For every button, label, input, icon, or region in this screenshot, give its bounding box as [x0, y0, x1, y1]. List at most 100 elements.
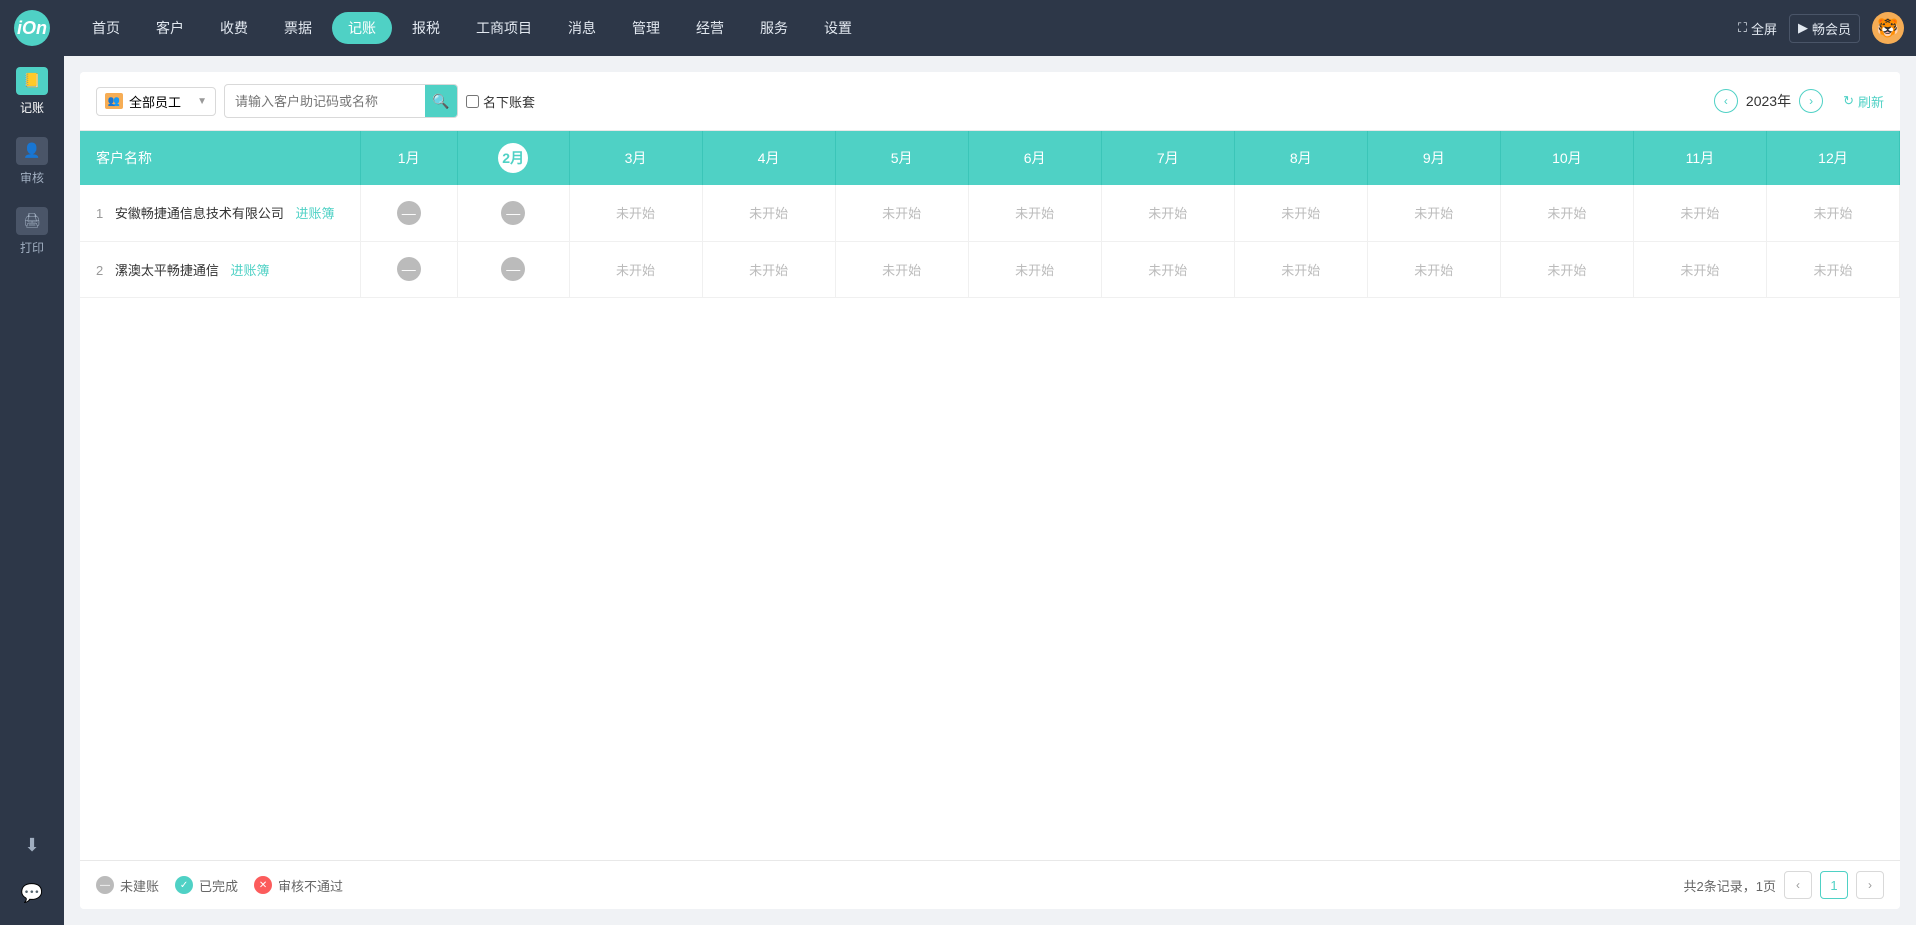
main-card: 👥 全部员工 ▼ 🔍 名下账套 ‹ 2023年 › — [80, 72, 1900, 909]
my-accounts-label: 名下账套 — [483, 92, 535, 111]
legend-completed: ✓ 已完成 — [175, 876, 238, 895]
month-cell-1: — — [360, 185, 457, 241]
month-cell-6: 未开始 — [968, 241, 1101, 297]
nav-billing[interactable]: 收费 — [204, 12, 264, 44]
status-circle: — — [397, 201, 421, 225]
month-cell-5: 未开始 — [835, 185, 968, 241]
fullscreen-button[interactable]: ⛶ 全屏 — [1738, 19, 1777, 38]
employee-select[interactable]: 👥 全部员工 ▼ — [96, 87, 216, 116]
month-cell-4: 未开始 — [702, 241, 835, 297]
select-arrow-icon: ▼ — [197, 96, 207, 107]
pagination: 共2条记录，1页 ‹ 1 › — [1684, 871, 1884, 899]
vip-label: 畅会员 — [1812, 19, 1851, 38]
month-cell-1: — — [360, 241, 457, 297]
nav-home[interactable]: 首页 — [76, 12, 136, 44]
nav-operation[interactable]: 经营 — [680, 12, 740, 44]
status-not-started: 未开始 — [1281, 206, 1320, 221]
sidebar-print-label: 打印 — [20, 239, 44, 256]
user-avatar[interactable]: 🐯 — [1872, 12, 1904, 44]
status-not-started: 未开始 — [616, 206, 655, 221]
month-cell-11: 未开始 — [1633, 185, 1766, 241]
legend-red-icon: ✕ — [254, 876, 272, 894]
nav-bookkeeping[interactable]: 记账 — [332, 12, 392, 44]
month-cell-4: 未开始 — [702, 185, 835, 241]
total-records: 共2条记录，1页 — [1684, 876, 1776, 895]
enter-ledger-link[interactable]: 进账簿 — [296, 206, 335, 221]
year-navigation: ‹ 2023年 › — [1714, 89, 1823, 113]
search-input[interactable] — [225, 89, 425, 114]
status-not-started: 未开始 — [749, 263, 788, 278]
enter-ledger-link[interactable]: 进账簿 — [231, 263, 270, 278]
employee-icon: 👥 — [105, 93, 123, 109]
year-prev-button[interactable]: ‹ — [1714, 89, 1738, 113]
nav-settings[interactable]: 设置 — [808, 12, 868, 44]
legend-completed-label: 已完成 — [199, 876, 238, 895]
month-cell-9: 未开始 — [1367, 241, 1500, 297]
th-aug: 8月 — [1234, 131, 1367, 185]
th-client-name: 客户名称 — [80, 131, 360, 185]
my-accounts-checkbox-label[interactable]: 名下账套 — [466, 92, 535, 111]
client-index: 1 — [96, 206, 103, 221]
status-not-started: 未开始 — [1148, 263, 1187, 278]
vip-button[interactable]: ▶ 畅会员 — [1789, 14, 1860, 43]
sidebar-bookkeeping-label: 记账 — [20, 99, 44, 116]
sidebar-item-audit[interactable]: 👤 审核 — [0, 126, 64, 196]
month-cell-2: — — [457, 241, 569, 297]
month-cell-12: 未开始 — [1766, 241, 1899, 297]
th-mar: 3月 — [569, 131, 702, 185]
next-page-button[interactable]: › — [1856, 871, 1884, 899]
status-circle: — — [397, 257, 421, 281]
table-row: 1 安徽畅捷通信息技术有限公司 进账簿 ——未开始未开始未开始未开始未开始未开始… — [80, 185, 1900, 241]
refresh-icon: ↻ — [1843, 93, 1854, 109]
fullscreen-label: 全屏 — [1751, 19, 1777, 38]
bookkeeping-icon: 📒 — [16, 67, 48, 95]
table-wrapper: 客户名称 1月 2月 3月 4月 5月 6月 7月 8月 — [80, 131, 1900, 860]
search-button[interactable]: 🔍 — [425, 85, 457, 117]
nav-client[interactable]: 客户 — [140, 12, 200, 44]
legend-gray-icon: — — [96, 876, 114, 894]
month-cell-7: 未开始 — [1101, 241, 1234, 297]
table-header-row: 客户名称 1月 2月 3月 4月 5月 6月 7月 8月 — [80, 131, 1900, 185]
th-oct: 10月 — [1500, 131, 1633, 185]
month-cell-2: — — [457, 185, 569, 241]
nav-tax[interactable]: 报税 — [396, 12, 456, 44]
status-not-started: 未开始 — [1281, 263, 1320, 278]
month-cell-7: 未开始 — [1101, 185, 1234, 241]
help-icon[interactable]: 💬 — [12, 873, 52, 913]
month-cell-8: 未开始 — [1234, 241, 1367, 297]
sidebar: iOn 📒 记账 👤 审核 🖨 打印 ⬇ 💬 — [0, 0, 64, 925]
client-index: 2 — [96, 263, 103, 278]
status-not-started: 未开始 — [1148, 206, 1187, 221]
client-name: 漯澳太平畅捷通信 — [115, 263, 219, 278]
status-not-started: 未开始 — [1547, 263, 1586, 278]
nav-message[interactable]: 消息 — [552, 12, 612, 44]
month-cell-8: 未开始 — [1234, 185, 1367, 241]
sidebar-audit-label: 审核 — [20, 169, 44, 186]
current-page-number[interactable]: 1 — [1820, 871, 1848, 899]
my-accounts-checkbox[interactable] — [466, 95, 479, 108]
print-icon: 🖨 — [16, 207, 48, 235]
nav-service[interactable]: 服务 — [744, 12, 804, 44]
refresh-button[interactable]: ↻ 刷新 — [1843, 92, 1884, 111]
th-feb: 2月 — [457, 131, 569, 185]
month-cell-10: 未开始 — [1500, 241, 1633, 297]
download-icon[interactable]: ⬇ — [12, 825, 52, 865]
main-area: 首页 客户 收费 票据 记账 报税 工商项目 消息 管理 经营 服务 设置 ⛶ … — [64, 0, 1916, 925]
nav-business[interactable]: 工商项目 — [460, 12, 548, 44]
nav-invoice[interactable]: 票据 — [268, 12, 328, 44]
month-cell-5: 未开始 — [835, 241, 968, 297]
nav-manage[interactable]: 管理 — [616, 12, 676, 44]
th-dec: 12月 — [1766, 131, 1899, 185]
status-circle: — — [501, 257, 525, 281]
th-jan: 1月 — [360, 131, 457, 185]
logo: iOn — [0, 0, 64, 56]
legend-rejected: ✕ 审核不通过 — [254, 876, 343, 895]
month-cell-9: 未开始 — [1367, 185, 1500, 241]
legend-teal-icon: ✓ — [175, 876, 193, 894]
status-not-started: 未开始 — [1414, 263, 1453, 278]
month-cell-12: 未开始 — [1766, 185, 1899, 241]
year-next-button[interactable]: › — [1799, 89, 1823, 113]
sidebar-item-bookkeeping[interactable]: 📒 记账 — [0, 56, 64, 126]
prev-page-button[interactable]: ‹ — [1784, 871, 1812, 899]
sidebar-item-print[interactable]: 🖨 打印 — [0, 196, 64, 266]
